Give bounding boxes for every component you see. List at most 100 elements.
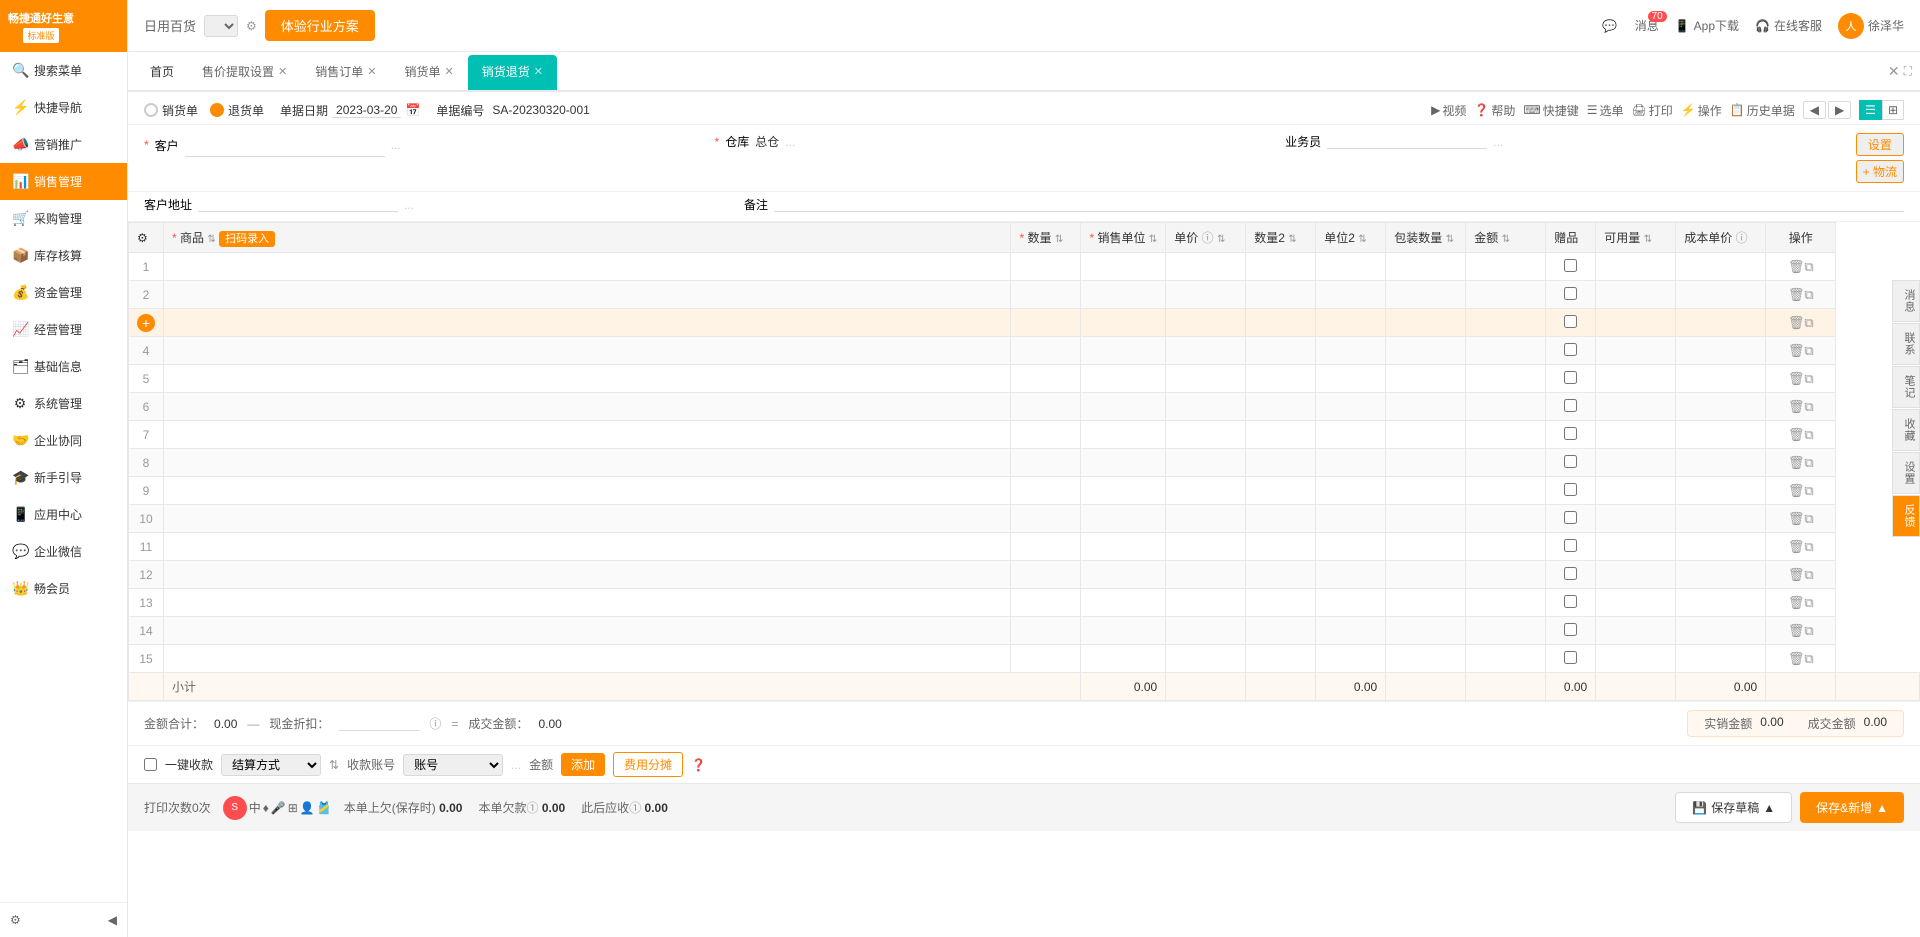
gift-cell[interactable] [1546,449,1596,477]
delete-row-btn[interactable]: 🗑 [1788,511,1805,526]
gift-cell[interactable] [1546,421,1596,449]
sidebar-item-collab[interactable]: 🤝 企业协同 [0,422,127,459]
copy-row-btn[interactable]: ⧉ [1804,259,1813,274]
gift-checkbox[interactable] [1564,259,1577,272]
select-btn[interactable]: ☰ 选单 [1587,102,1624,119]
unit-cell[interactable] [1081,477,1166,505]
available-cell[interactable] [1596,365,1676,393]
topbar-gear-icon[interactable]: ⚙ [246,19,257,33]
unit-cell[interactable] [1081,281,1166,309]
qty2-cell[interactable] [1246,561,1316,589]
cost-cell[interactable] [1676,365,1766,393]
rfloat-contact-btn[interactable]: 联系 [1892,323,1920,365]
gift-checkbox[interactable] [1564,595,1577,608]
available-cell[interactable] [1596,253,1676,281]
copy-row-btn[interactable]: ⧉ [1804,399,1813,414]
tab-sales-close-icon[interactable]: ✕ [445,65,454,78]
gift-checkbox[interactable] [1564,287,1577,300]
amount-cell[interactable] [1466,337,1546,365]
unit-sort-icon[interactable]: ⇅ [1149,234,1157,245]
price-cell[interactable] [1166,393,1246,421]
date-value[interactable]: 2023-03-20 [332,103,401,118]
qty2-cell[interactable] [1246,281,1316,309]
save-draft-button[interactable]: 💾 保存草稿 ▲ [1675,792,1792,823]
price-sort-icon[interactable]: ⇅ [1217,234,1225,245]
copy-row-btn[interactable]: ⧉ [1804,315,1813,330]
copy-row-btn[interactable]: ⧉ [1804,427,1813,442]
salesperson-dots[interactable]: ... [1493,135,1503,149]
one-click-checkbox[interactable] [144,758,157,771]
price-cell[interactable] [1166,477,1246,505]
gear-icon[interactable]: ⚙ [137,231,148,245]
copy-row-btn[interactable]: ⧉ [1804,343,1813,358]
copy-row-btn[interactable]: ⧉ [1804,287,1813,302]
unit2-cell[interactable] [1316,365,1386,393]
available-sort-icon[interactable]: ⇅ [1644,234,1652,245]
settings-btn[interactable]: 设置 [1856,133,1904,156]
qty2-sort-icon[interactable]: ⇅ [1288,234,1296,245]
tab-return[interactable]: 销货退货 ✕ [468,55,557,90]
customer-dots[interactable]: ... [391,138,401,152]
rfloat-note-btn[interactable]: 笔记 [1892,366,1920,408]
sidebar-item-wecom[interactable]: 💬 企业微信 [0,533,127,570]
pack-cell[interactable] [1386,421,1466,449]
unit2-cell[interactable] [1316,561,1386,589]
unit-cell[interactable] [1081,421,1166,449]
price-cell[interactable] [1166,337,1246,365]
price-cell[interactable] [1166,365,1246,393]
amount-cell[interactable] [1466,477,1546,505]
unit-cell[interactable] [1081,337,1166,365]
sidebar-item-quicknav[interactable]: ⚡ 快捷导航 [0,89,127,126]
pack-cell[interactable] [1386,561,1466,589]
user-menu[interactable]: 人 徐泽华 [1838,13,1904,39]
qty-sort-icon[interactable]: ⇅ [1055,234,1063,245]
qty2-cell[interactable] [1246,337,1316,365]
available-cell[interactable] [1596,477,1676,505]
gift-cell[interactable] [1546,337,1596,365]
customer-input[interactable] [185,133,385,157]
delete-row-btn[interactable]: 🗑 [1788,567,1805,582]
calendar-icon[interactable]: 📅 [405,103,420,117]
sidebar-item-marketing[interactable]: 📣 营销推广 [0,126,127,163]
unit-cell[interactable] [1081,309,1166,337]
status-icon-6[interactable]: 👤 [300,801,315,815]
gift-cell[interactable] [1546,281,1596,309]
cost-cell[interactable] [1676,589,1766,617]
unit2-cell[interactable] [1316,617,1386,645]
unit2-cell[interactable] [1316,309,1386,337]
cost-cell[interactable] [1676,253,1766,281]
qty-cell[interactable] [1011,477,1081,505]
salesperson-input[interactable] [1327,134,1487,149]
qty2-cell[interactable] [1246,365,1316,393]
gift-cell[interactable] [1546,589,1596,617]
warehouse-dots[interactable]: ... [785,135,795,149]
price-cell[interactable] [1166,645,1246,673]
amount-cell[interactable] [1466,421,1546,449]
delete-row-btn[interactable]: 🗑 [1788,623,1805,638]
qty2-cell[interactable] [1246,421,1316,449]
unit2-cell[interactable] [1316,589,1386,617]
cost-cell[interactable] [1676,645,1766,673]
gift-checkbox[interactable] [1564,343,1577,356]
copy-row-btn[interactable]: ⧉ [1804,511,1813,526]
settings-gear-icon[interactable]: ⚙ [10,913,21,927]
address-dots[interactable]: ... [404,198,414,212]
qty-cell[interactable] [1011,421,1081,449]
status-icon-7[interactable]: 🎽 [317,801,332,815]
video-btn[interactable]: ▶ 视频 [1431,102,1466,119]
qty2-cell[interactable] [1246,645,1316,673]
unit2-cell[interactable] [1316,533,1386,561]
sidebar-item-search[interactable]: 🔍 搜索菜单 [0,52,127,89]
cost-cell[interactable] [1676,281,1766,309]
pack-cell[interactable] [1386,365,1466,393]
pack-cell[interactable] [1386,533,1466,561]
amount-cell[interactable] [1466,533,1546,561]
topbar-nav-dropdown[interactable] [204,15,238,37]
pack-cell[interactable] [1386,449,1466,477]
gift-cell[interactable] [1546,477,1596,505]
goods-cell[interactable] [164,645,1011,673]
close-all-tabs-icon[interactable]: ✕ [1888,63,1900,80]
goods-cell[interactable] [164,533,1011,561]
qty-cell[interactable] [1011,449,1081,477]
goods-cell[interactable] [164,337,1011,365]
